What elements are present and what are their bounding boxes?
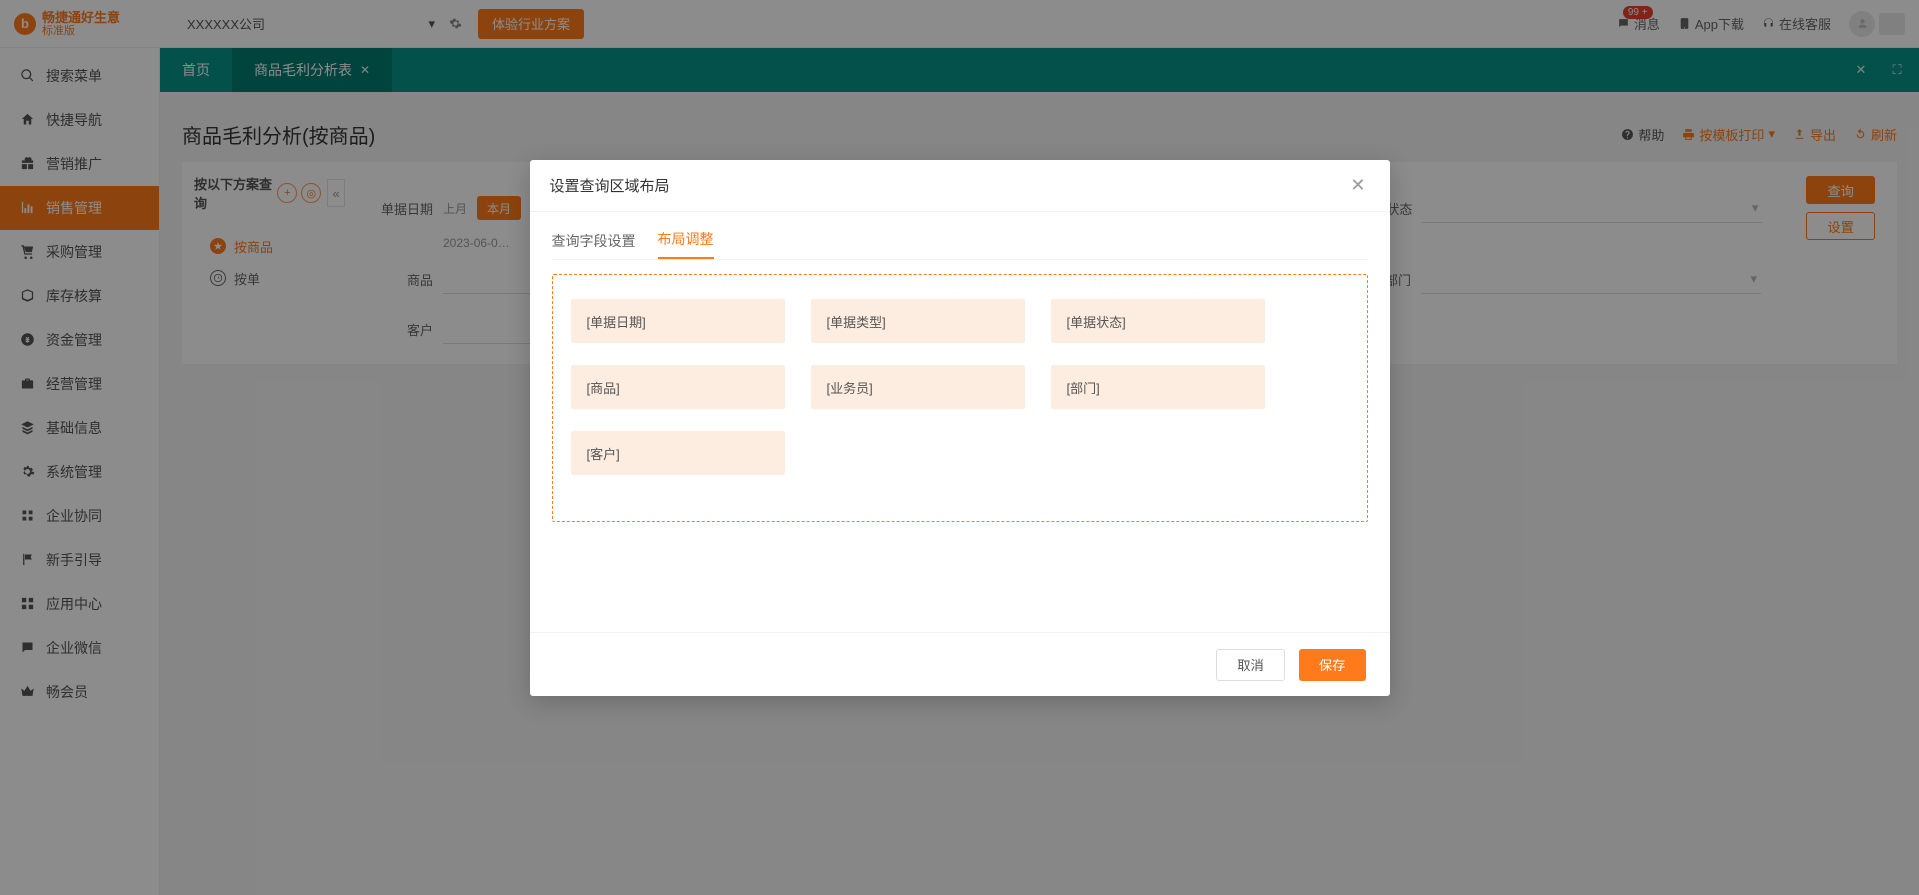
modal-footer: 取消 保存 <box>530 632 1390 696</box>
tab-layout-adjust[interactable]: 布局调整 <box>658 229 714 259</box>
layout-chip-4[interactable]: [业务员] <box>811 365 1025 409</box>
tab-query-fields[interactable]: 查询字段设置 <box>552 231 636 259</box>
modal-close-button[interactable]: ✕ <box>1346 171 1369 200</box>
layout-chip-6[interactable]: [客户] <box>571 431 785 475</box>
save-button[interactable]: 保存 <box>1299 649 1366 681</box>
layout-chip-2[interactable]: [单据状态] <box>1051 299 1265 343</box>
cancel-button[interactable]: 取消 <box>1216 649 1285 681</box>
modal-body: 查询字段设置 布局调整 [单据日期][单据类型][单据状态][商品][业务员][… <box>530 212 1390 632</box>
modal-header: 设置查询区域布局 ✕ <box>530 160 1390 212</box>
layout-drop-area[interactable]: [单据日期] [单据类型] [单据状态] [商品] [业务员] [部门] [客户] <box>552 274 1368 522</box>
layout-chip-0[interactable]: [单据日期] <box>571 299 785 343</box>
layout-chip-3[interactable]: [商品] <box>571 365 785 409</box>
layout-chip-1[interactable]: [单据类型] <box>811 299 1025 343</box>
layout-chip-5[interactable]: [部门] <box>1051 365 1265 409</box>
modal-title: 设置查询区域布局 <box>550 175 670 196</box>
modal-tabs: 查询字段设置 布局调整 <box>552 226 1368 260</box>
layout-settings-modal: 设置查询区域布局 ✕ 查询字段设置 布局调整 [单据日期] [单据类型] [单据状态… <box>530 160 1390 696</box>
